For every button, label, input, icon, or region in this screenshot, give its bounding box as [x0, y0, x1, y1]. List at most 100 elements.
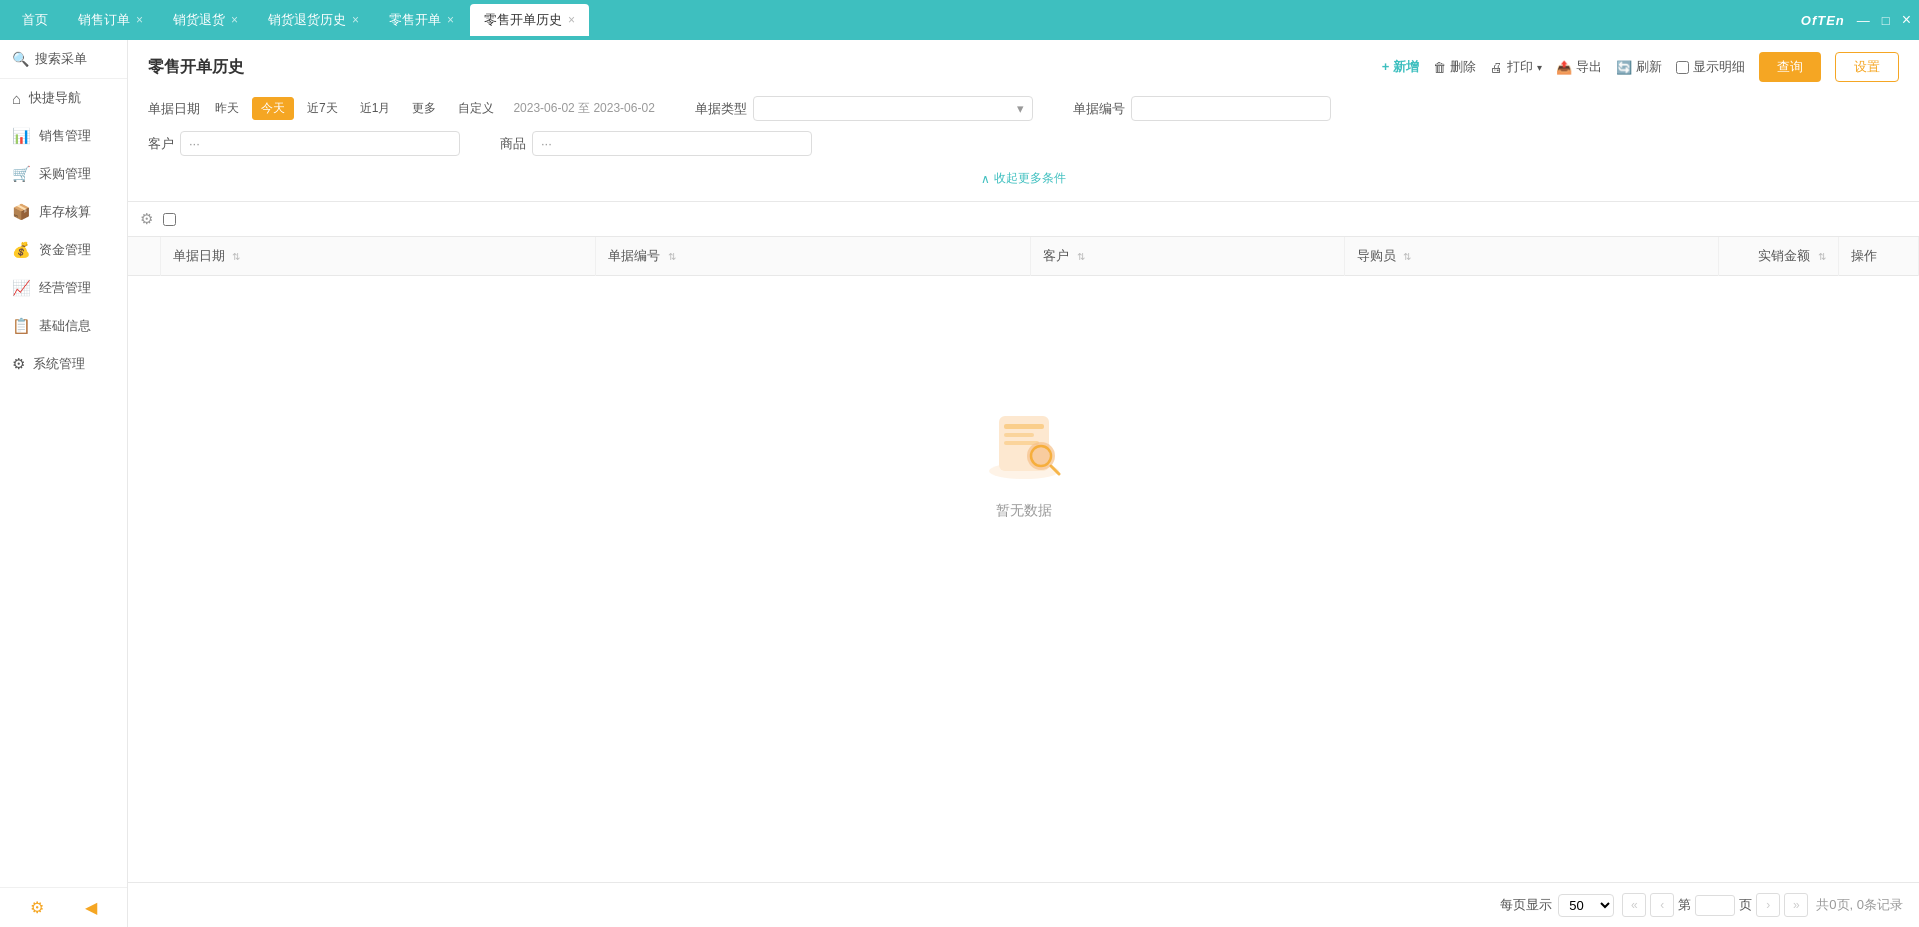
date-label: 单据日期 — [148, 100, 200, 118]
date-btn-custom[interactable]: 自定义 — [449, 97, 503, 120]
svg-rect-2 — [1004, 424, 1044, 429]
th-salesman-label: 导购员 — [1357, 248, 1396, 263]
search-icon: 🔍 — [12, 51, 29, 67]
add-button[interactable]: + 新增 — [1382, 58, 1419, 76]
sidebar-item-sales[interactable]: 📊 销售管理 — [0, 117, 127, 155]
page-suffix: 页 — [1739, 896, 1752, 914]
th-date-sort[interactable]: ⇅ — [232, 251, 240, 262]
page-nav: « ‹ 第 1 页 › » — [1622, 893, 1808, 917]
settings-button[interactable]: 设置 — [1835, 52, 1899, 82]
sidebar-settings-icon[interactable]: ⚙ — [30, 898, 44, 917]
th-amount[interactable]: 实销金额 ⇅ — [1719, 237, 1839, 276]
close-btn[interactable]: × — [1902, 11, 1911, 29]
refresh-icon: 🔄 — [1616, 60, 1632, 75]
date-btn-1month[interactable]: 近1月 — [351, 97, 400, 120]
refresh-button[interactable]: 🔄 刷新 — [1616, 58, 1662, 76]
th-customer[interactable]: 客户 ⇅ — [1031, 237, 1344, 276]
tab-sales-return-label: 销货退货 — [173, 11, 225, 29]
sidebar-label-system: 系统管理 — [33, 355, 85, 373]
tab-sales-order-close[interactable]: × — [136, 13, 143, 27]
window-controls: OfTEn — □ × — [1801, 11, 1911, 29]
tab-retail-open[interactable]: 零售开单 × — [375, 4, 468, 36]
minimize-btn[interactable]: — — [1857, 13, 1870, 28]
display-detail-input[interactable] — [1676, 61, 1689, 74]
th-customer-label: 客户 — [1043, 248, 1069, 263]
select-all-checkbox[interactable] — [163, 213, 176, 226]
sidebar-search[interactable]: 🔍 搜索采单 — [0, 40, 127, 79]
query-button[interactable]: 查询 — [1759, 52, 1821, 82]
export-button[interactable]: 📤 导出 — [1556, 58, 1602, 76]
tab-retail-history[interactable]: 零售开单历史 × — [470, 4, 589, 36]
table-header-row: 单据日期 ⇅ 单据编号 ⇅ 客户 ⇅ 导购员 ⇅ — [128, 237, 1919, 276]
date-btn-yesterday[interactable]: 昨天 — [206, 97, 248, 120]
spacer — [128, 639, 1919, 882]
sidebar-collapse-icon[interactable]: ◀ — [85, 898, 97, 917]
home-icon: ⌂ — [12, 90, 21, 107]
tab-retail-history-close[interactable]: × — [568, 13, 575, 27]
sidebar-item-basic-info[interactable]: 📋 基础信息 — [0, 307, 127, 345]
delete-button[interactable]: 🗑 删除 — [1433, 58, 1476, 76]
th-number[interactable]: 单据编号 ⇅ — [595, 237, 1030, 276]
tab-sales-return-history[interactable]: 销货退货历史 × — [254, 4, 373, 36]
last-page-btn[interactable]: » — [1784, 893, 1808, 917]
sidebar-item-quick-nav[interactable]: ⌂ 快捷导航 — [0, 79, 127, 117]
sidebar-label-quick-nav: 快捷导航 — [29, 89, 81, 107]
customer-input[interactable]: ··· — [180, 131, 460, 156]
th-amount-label: 实销金额 — [1758, 248, 1810, 263]
tab-retail-open-close[interactable]: × — [447, 13, 454, 27]
next-page-btn[interactable]: › — [1756, 893, 1780, 917]
tab-sales-return-close[interactable]: × — [231, 13, 238, 27]
date-btn-7days[interactable]: 近7天 — [298, 97, 347, 120]
tab-sales-order-label: 销售订单 — [78, 11, 130, 29]
tab-sales-order[interactable]: 销售订单 × — [64, 4, 157, 36]
goods-input[interactable]: ··· — [532, 131, 812, 156]
th-date[interactable]: 单据日期 ⇅ — [160, 237, 595, 276]
th-number-sort[interactable]: ⇅ — [668, 251, 676, 262]
table-config-icon[interactable]: ⚙ — [140, 210, 153, 228]
display-detail-checkbox[interactable]: 显示明细 — [1676, 58, 1745, 76]
sidebar-item-system[interactable]: ⚙ 系统管理 — [0, 345, 127, 383]
customer-label: 客户 — [148, 135, 174, 153]
collapse-button[interactable]: ∧ 收起更多条件 — [148, 166, 1899, 191]
sidebar-item-inventory[interactable]: 📦 库存核算 — [0, 193, 127, 231]
number-input[interactable] — [1131, 96, 1331, 121]
goods-dots: ··· — [541, 136, 552, 151]
print-button[interactable]: 🖨 打印 ▾ — [1490, 58, 1542, 76]
tab-retail-open-label: 零售开单 — [389, 11, 441, 29]
th-amount-sort[interactable]: ⇅ — [1818, 251, 1826, 262]
th-salesman[interactable]: 导购员 ⇅ — [1344, 237, 1718, 276]
th-salesman-sort[interactable]: ⇅ — [1403, 251, 1411, 262]
type-select[interactable]: ▾ — [753, 96, 1033, 121]
data-table: 单据日期 ⇅ 单据编号 ⇅ 客户 ⇅ 导购员 ⇅ — [128, 237, 1919, 276]
tab-sales-return[interactable]: 销货退货 × — [159, 4, 252, 36]
empty-text: 暂无数据 — [996, 502, 1052, 520]
document-icon: 📋 — [12, 317, 31, 335]
filter-type-group: 单据类型 ▾ — [695, 96, 1033, 121]
sidebar-item-purchase[interactable]: 🛒 采购管理 — [0, 155, 127, 193]
tab-home-label: 首页 — [22, 11, 48, 29]
date-btn-more[interactable]: 更多 — [403, 97, 445, 120]
filter-row-2: 客户 ··· 商品 ··· — [148, 131, 1899, 156]
type-label: 单据类型 — [695, 100, 747, 118]
page-title-bar: 零售开单历史 + 新增 🗑 删除 🖨 打印 ▾ 📤 导出 — [148, 52, 1899, 82]
content-area: 零售开单历史 + 新增 🗑 删除 🖨 打印 ▾ 📤 导出 — [128, 40, 1919, 927]
date-btn-today[interactable]: 今天 — [252, 97, 294, 120]
maximize-btn[interactable]: □ — [1882, 13, 1890, 28]
number-label: 单据编号 — [1073, 100, 1125, 118]
sidebar-item-operations[interactable]: 📈 经营管理 — [0, 269, 127, 307]
export-label: 导出 — [1576, 58, 1602, 76]
display-detail-label: 显示明细 — [1693, 58, 1745, 76]
prev-page-btn[interactable]: ‹ — [1650, 893, 1674, 917]
empty-illustration — [979, 396, 1069, 486]
tab-home[interactable]: 首页 — [8, 4, 62, 36]
page-input[interactable]: 1 — [1695, 895, 1735, 916]
per-page-select[interactable]: 10 20 50 100 — [1558, 894, 1614, 917]
th-customer-sort[interactable]: ⇅ — [1077, 251, 1085, 262]
tab-sales-return-history-close[interactable]: × — [352, 13, 359, 27]
per-page-label: 每页显示 — [1500, 896, 1552, 914]
first-page-btn[interactable]: « — [1622, 893, 1646, 917]
sidebar-search-label: 搜索采单 — [35, 50, 87, 68]
page-label: 第 — [1678, 896, 1691, 914]
sidebar-label-operations: 经营管理 — [39, 279, 91, 297]
sidebar-item-finance[interactable]: 💰 资金管理 — [0, 231, 127, 269]
